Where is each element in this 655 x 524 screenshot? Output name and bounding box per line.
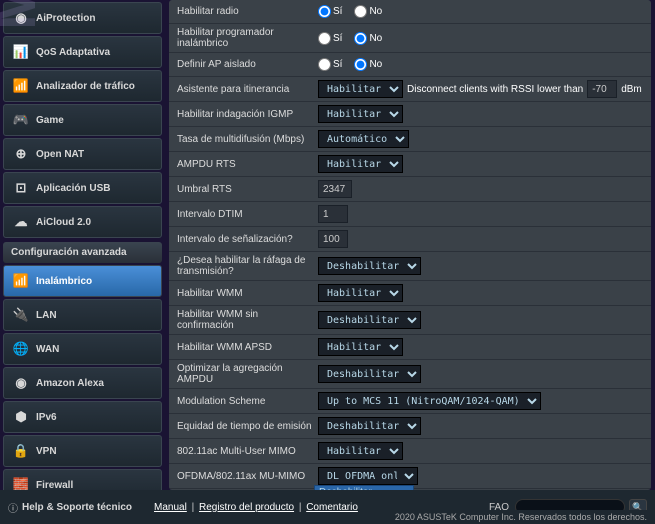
sidebar-icon: 🔌 (12, 306, 30, 324)
label: 802.11ac Multi-User MIMO (169, 446, 314, 457)
sidebar-item-wan[interactable]: 🌐 WAN (3, 333, 162, 365)
radio-si[interactable]: Sí (318, 32, 342, 45)
radio-si[interactable]: Sí (318, 58, 342, 71)
label: OFDMA/802.11ax MU-MIMO (169, 471, 314, 482)
ofdma-select[interactable]: DL OFDMA only (318, 467, 418, 485)
sidebar-item-aplicaci-n-usb[interactable]: ⊡ Aplicación USB (3, 172, 162, 204)
sidebar-item-analizador-de-tr-fico[interactable]: 📶 Analizador de tráfico (3, 70, 162, 102)
ampdu-agg-select[interactable]: Deshabilitar (318, 365, 421, 383)
sidebar-item-label: WAN (36, 344, 59, 355)
label: ¿Desea habilitar la ráfaga de transmisió… (169, 255, 314, 277)
radio-si[interactable]: Sí (318, 5, 342, 18)
sidebar-item-aicloud-2-0[interactable]: ☁ AiCloud 2.0 (3, 206, 162, 238)
sidebar-item-label: IPv6 (36, 412, 57, 423)
sidebar-item-label: Game (36, 115, 64, 126)
sidebar-icon: ☁ (12, 213, 30, 231)
sidebar-item-open-nat[interactable]: ⊕ Open NAT (3, 138, 162, 170)
igmp-select[interactable]: Habilitar (318, 105, 403, 123)
ampdu-rts-select[interactable]: Habilitar (318, 155, 403, 173)
wmm-apsd-select[interactable]: Habilitar (318, 338, 403, 356)
label: Umbral RTS (169, 184, 314, 195)
sidebar-item-lan[interactable]: 🔌 LAN (3, 299, 162, 331)
sidebar-icon: 📶 (12, 77, 30, 95)
sidebar-icon: 🧱 (12, 476, 30, 490)
advanced-header: Configuración avanzada (3, 242, 162, 263)
sidebar-icon: 🔒 (12, 442, 30, 460)
beacon-input[interactable] (318, 230, 348, 248)
label: Habilitar WMM (169, 288, 314, 299)
mumimo-select[interactable]: Habilitar (318, 442, 403, 460)
label: Habilitar programador inalámbrico (169, 27, 314, 49)
sidebar: ◉AiProtection📊QoS Adaptativa📶Analizador … (0, 0, 165, 490)
label: Tasa de multidifusión (Mbps) (169, 134, 314, 145)
sidebar-item-amazon-alexa[interactable]: ◉ Amazon Alexa (3, 367, 162, 399)
sidebar-item-label: Open NAT (36, 149, 84, 160)
wmm-select[interactable]: Habilitar (318, 284, 403, 302)
wmm-noack-select[interactable]: Deshabilitar (318, 311, 421, 329)
sidebar-item-label: VPN (36, 446, 57, 457)
sidebar-item-label: AiCloud 2.0 (36, 217, 91, 228)
roaming-select[interactable]: Habilitar (318, 80, 403, 98)
label: Habilitar indagación IGMP (169, 109, 314, 120)
label: Intervalo DTIM (169, 209, 314, 220)
sidebar-icon: 📶 (12, 272, 30, 290)
sidebar-item-label: LAN (36, 310, 57, 321)
settings-panel: Habilitar radio Sí No Habilitar programado… (169, 0, 651, 490)
sidebar-item-firewall[interactable]: 🧱 Firewall (3, 469, 162, 490)
radio-no[interactable]: No (354, 32, 382, 45)
sidebar-item-inal-mbrico[interactable]: 📶 Inalámbrico (3, 265, 162, 297)
sidebar-item-ipv6[interactable]: ⬢ IPv6 (3, 401, 162, 433)
sidebar-item-label: Amazon Alexa (36, 378, 104, 389)
manual-link[interactable]: Manual (154, 502, 187, 513)
label: Habilitar WMM APSD (169, 342, 314, 353)
rssi-input[interactable] (587, 80, 617, 98)
help-icon: ⓘ (8, 500, 18, 515)
sidebar-icon: ⬢ (12, 408, 30, 426)
label: Habilitar radio (169, 6, 314, 17)
label: AMPDU RTS (169, 159, 314, 170)
sidebar-item-qos-adaptativa[interactable]: 📊 QoS Adaptativa (3, 36, 162, 68)
multicast-select[interactable]: Automático (318, 130, 409, 148)
label: Optimizar la agregación AMPDU (169, 363, 314, 385)
feedback-link[interactable]: Comentario (306, 502, 358, 513)
modulation-select[interactable]: Up to MCS 11 (NitroQAM/1024-QAM) (318, 392, 541, 410)
radio-no[interactable]: No (354, 5, 382, 18)
sidebar-icon: 🌐 (12, 340, 30, 358)
sidebar-item-label: QoS Adaptativa (36, 47, 110, 58)
sidebar-icon: ⊕ (12, 145, 30, 163)
register-link[interactable]: Registro del producto (199, 502, 294, 513)
sidebar-item-label: Aplicación USB (36, 183, 110, 194)
sidebar-icon: 📊 (12, 43, 30, 61)
label: Asistente para itinerancia (169, 84, 314, 95)
dtim-input[interactable] (318, 205, 348, 223)
sidebar-icon: 🎮 (12, 111, 30, 129)
sidebar-item-game[interactable]: 🎮 Game (3, 104, 162, 136)
copyright: 2020 ASUSTeK Computer Inc. Reservados to… (395, 510, 647, 524)
airtime-select[interactable]: Deshabilitar (318, 417, 421, 435)
dropdown-option[interactable]: Deshabilitar (315, 486, 413, 490)
rts-threshold-input[interactable] (318, 180, 352, 198)
label: Definir AP aislado (169, 59, 314, 70)
sidebar-item-label: Firewall (36, 480, 73, 491)
sidebar-icon: ◉ (12, 374, 30, 392)
sidebar-item-label: Inalámbrico (36, 276, 92, 287)
label: Intervalo de señalización? (169, 234, 314, 245)
sidebar-item-vpn[interactable]: 🔒 VPN (3, 435, 162, 467)
label: Equidad de tiempo de emisión (169, 421, 314, 432)
label: Modulation Scheme (169, 396, 314, 407)
radio-no[interactable]: No (354, 58, 382, 71)
ofdma-dropdown-list[interactable]: DeshabilitarDL OFDMA onlyDL/UL OFDMADL/U… (314, 485, 414, 490)
label: Habilitar WMM sin confirmación (169, 309, 314, 331)
help-link[interactable]: Help & Soporte técnico (22, 502, 132, 513)
sidebar-icon: ⊡ (12, 179, 30, 197)
txburst-select[interactable]: Deshabilitar (318, 257, 421, 275)
sidebar-item-label: Analizador de tráfico (36, 81, 135, 92)
